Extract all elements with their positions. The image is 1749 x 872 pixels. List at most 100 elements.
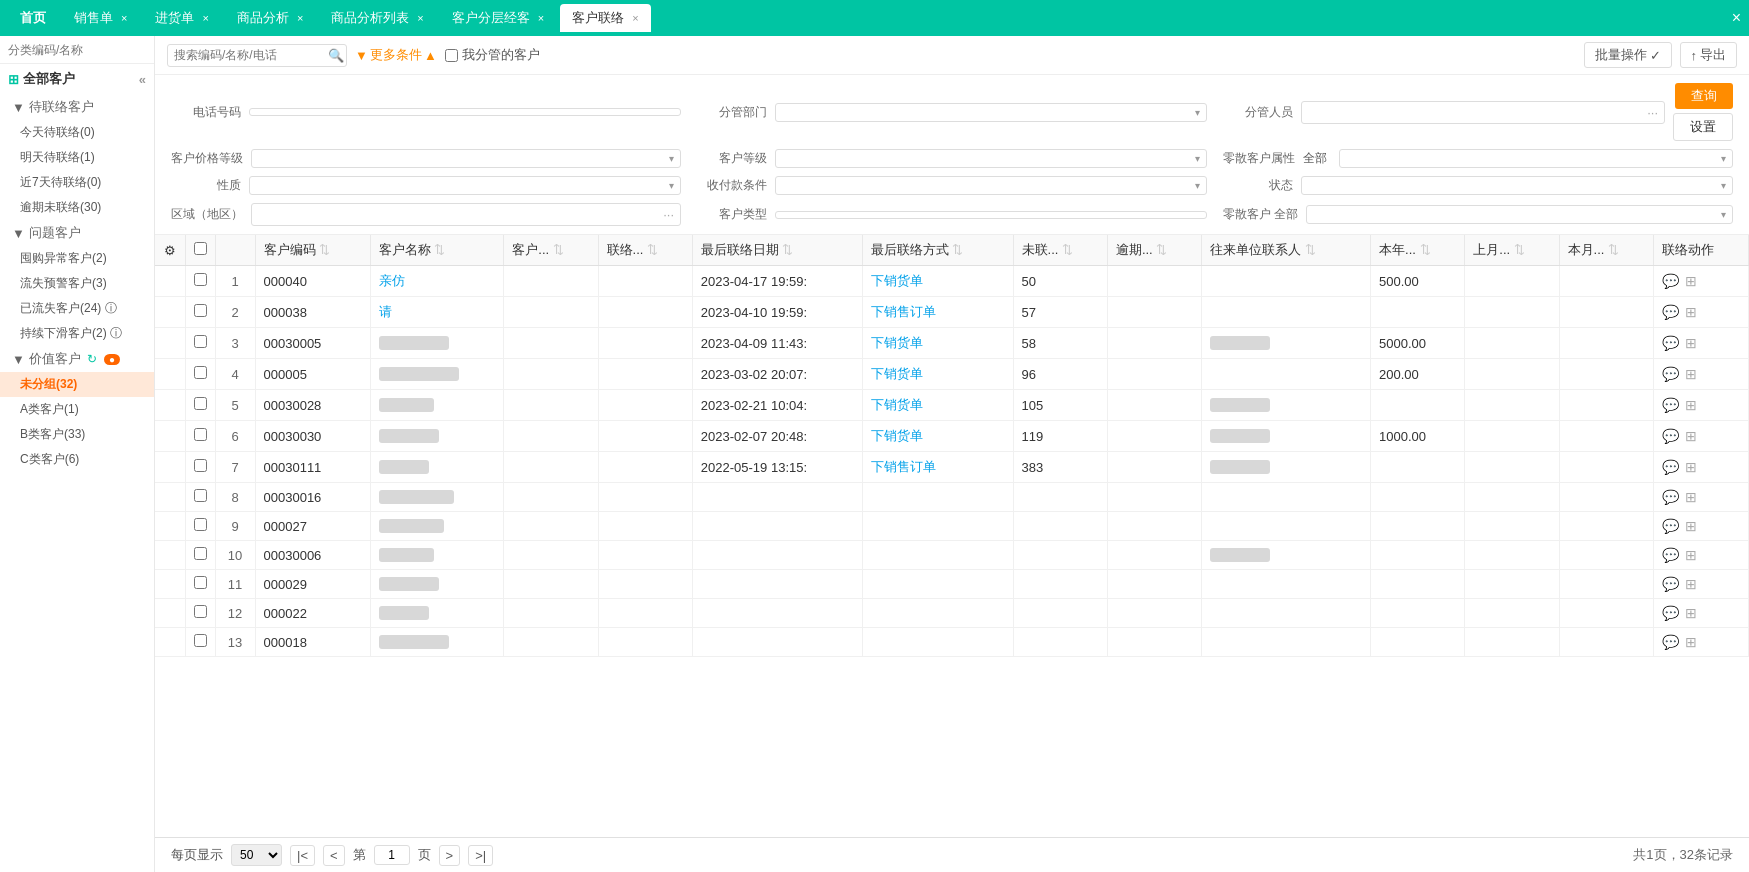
row-last-method-cell[interactable]: 下销货单 [862, 421, 1013, 452]
sidebar-item-tomorrow[interactable]: 明天待联络(1) [0, 145, 154, 170]
my-customers-checkbox[interactable] [445, 49, 458, 62]
contact-tab-close[interactable]: × [632, 12, 638, 24]
row-checkbox[interactable] [194, 605, 207, 618]
row-checkbox[interactable] [194, 366, 207, 379]
grid-action-icon[interactable]: ⊞ [1685, 304, 1697, 320]
retail-customer-input[interactable]: ▾ [1306, 205, 1733, 224]
sidebar-item-declining[interactable]: 持续下滑客户(2) ⓘ [0, 321, 154, 346]
search-icon[interactable]: 🔍 [328, 48, 344, 63]
all-customers-header[interactable]: ⊞ 全部客户 « [0, 64, 154, 94]
problem-customer-group[interactable]: ▼ 问题客户 [0, 220, 154, 246]
message-icon[interactable]: 💬 [1662, 459, 1679, 475]
nav-tab-home[interactable]: 首页 [8, 4, 58, 32]
grid-action-icon[interactable]: ⊞ [1685, 459, 1697, 475]
row-last-method-cell[interactable] [862, 483, 1013, 512]
message-icon[interactable]: 💬 [1662, 273, 1679, 289]
page-number-input[interactable] [374, 845, 410, 865]
sidebar-search-input[interactable] [8, 43, 155, 57]
purchase-tab-close[interactable]: × [202, 12, 208, 24]
grid-action-icon[interactable]: ⊞ [1685, 397, 1697, 413]
collapse-button[interactable]: « [139, 72, 146, 87]
th-code[interactable]: 客户编码 ⇅ [255, 235, 370, 266]
search-button[interactable]: 查询 [1675, 83, 1733, 109]
last-method-link[interactable]: 下销货单 [871, 428, 923, 443]
row-last-method-cell[interactable]: 下销售订单 [862, 297, 1013, 328]
row-checkbox-cell[interactable] [185, 570, 215, 599]
export-button[interactable]: ↑ 导出 [1680, 42, 1738, 68]
nature-input[interactable]: ▾ [249, 176, 681, 195]
row-checkbox-cell[interactable] [185, 452, 215, 483]
th-checkbox[interactable] [185, 235, 215, 266]
last-method-link[interactable]: 下销货单 [871, 273, 923, 288]
refresh-icon[interactable]: ↻ [87, 352, 97, 366]
row-checkbox[interactable] [194, 273, 207, 286]
nav-tab-analysis[interactable]: 商品分析 × [225, 4, 315, 32]
row-last-method-cell[interactable]: 下销售订单 [862, 452, 1013, 483]
row-checkbox-cell[interactable] [185, 421, 215, 452]
row-checkbox[interactable] [194, 576, 207, 589]
message-icon[interactable]: 💬 [1662, 304, 1679, 320]
prev-page-button[interactable]: < [323, 845, 345, 866]
next-page-button[interactable]: > [439, 845, 461, 866]
sidebar-item-c-class[interactable]: C类客户(6) [0, 447, 154, 472]
sidebar-item-7days[interactable]: 近7天待联络(0) [0, 170, 154, 195]
price-level-input[interactable]: ▾ [251, 149, 681, 168]
th-last-date[interactable]: 最后联络日期 ⇅ [692, 235, 862, 266]
row-checkbox-cell[interactable] [185, 483, 215, 512]
status-input[interactable]: ▾ [1301, 176, 1733, 195]
row-last-method-cell[interactable] [862, 570, 1013, 599]
main-search-input[interactable] [174, 48, 324, 62]
sidebar-item-overdue[interactable]: 逾期未联络(30) [0, 195, 154, 220]
th-this-year[interactable]: 本年... ⇅ [1371, 235, 1465, 266]
segment-tab-close[interactable]: × [538, 12, 544, 24]
sidebar-item-abnormal[interactable]: 囤购异常客户(2) [0, 246, 154, 271]
message-icon[interactable]: 💬 [1662, 428, 1679, 444]
last-method-link[interactable]: 下销货单 [871, 335, 923, 350]
sales-tab-close[interactable]: × [121, 12, 127, 24]
th-name[interactable]: 客户名称 ⇅ [370, 235, 504, 266]
grid-action-icon[interactable]: ⊞ [1685, 428, 1697, 444]
more-conditions-button[interactable]: ▼ 更多条件 ▲ [355, 46, 437, 64]
row-checkbox-cell[interactable] [185, 628, 215, 657]
row-last-method-cell[interactable]: 下销货单 [862, 266, 1013, 297]
row-last-method-cell[interactable] [862, 541, 1013, 570]
grid-action-icon[interactable]: ⊞ [1685, 366, 1697, 382]
first-page-button[interactable]: |< [290, 845, 315, 866]
person-input[interactable]: ··· [1301, 101, 1665, 124]
row-checkbox-cell[interactable] [185, 266, 215, 297]
th-last-method[interactable]: 最后联络方式 ⇅ [862, 235, 1013, 266]
my-customers-check[interactable]: 我分管的客户 [445, 46, 540, 64]
phone-input[interactable] [249, 108, 681, 116]
th-overdue[interactable]: 逾期... ⇅ [1107, 235, 1201, 266]
pending-contact-group[interactable]: ▼ 待联络客户 [0, 94, 154, 120]
nav-tab-customer-contact[interactable]: 客户联络 × [560, 4, 650, 32]
row-checkbox[interactable] [194, 547, 207, 560]
analysis-list-tab-close[interactable]: × [417, 12, 423, 24]
message-icon[interactable]: 💬 [1662, 634, 1679, 650]
row-last-method-cell[interactable] [862, 628, 1013, 657]
last-method-link[interactable]: 下销货单 [871, 397, 923, 412]
last-method-link[interactable]: 下销售订单 [871, 459, 936, 474]
row-checkbox-cell[interactable] [185, 390, 215, 421]
grid-action-icon[interactable]: ⊞ [1685, 576, 1697, 592]
customer-level-input[interactable]: ▾ [775, 149, 1207, 168]
payment-input[interactable]: ▾ [775, 176, 1207, 195]
sidebar-item-lost[interactable]: 已流失客户(24) ⓘ [0, 296, 154, 321]
row-checkbox[interactable] [194, 518, 207, 531]
last-method-link[interactable]: 下销货单 [871, 366, 923, 381]
grid-action-icon[interactable]: ⊞ [1685, 518, 1697, 534]
th-last-month[interactable]: 上月... ⇅ [1465, 235, 1559, 266]
message-icon[interactable]: 💬 [1662, 547, 1679, 563]
row-last-method-cell[interactable] [862, 512, 1013, 541]
sidebar-item-a-class[interactable]: A类客户(1) [0, 397, 154, 422]
row-checkbox[interactable] [194, 428, 207, 441]
row-last-method-cell[interactable]: 下销货单 [862, 328, 1013, 359]
grid-action-icon[interactable]: ⊞ [1685, 547, 1697, 563]
analysis-tab-close[interactable]: × [297, 12, 303, 24]
row-checkbox[interactable] [194, 489, 207, 502]
sidebar-item-today[interactable]: 今天待联络(0) [0, 120, 154, 145]
reset-button[interactable]: 设置 [1673, 113, 1733, 141]
message-icon[interactable]: 💬 [1662, 489, 1679, 505]
sidebar-search-bar[interactable]: 🔍 [0, 36, 154, 64]
close-all-button[interactable]: × [1732, 9, 1741, 27]
